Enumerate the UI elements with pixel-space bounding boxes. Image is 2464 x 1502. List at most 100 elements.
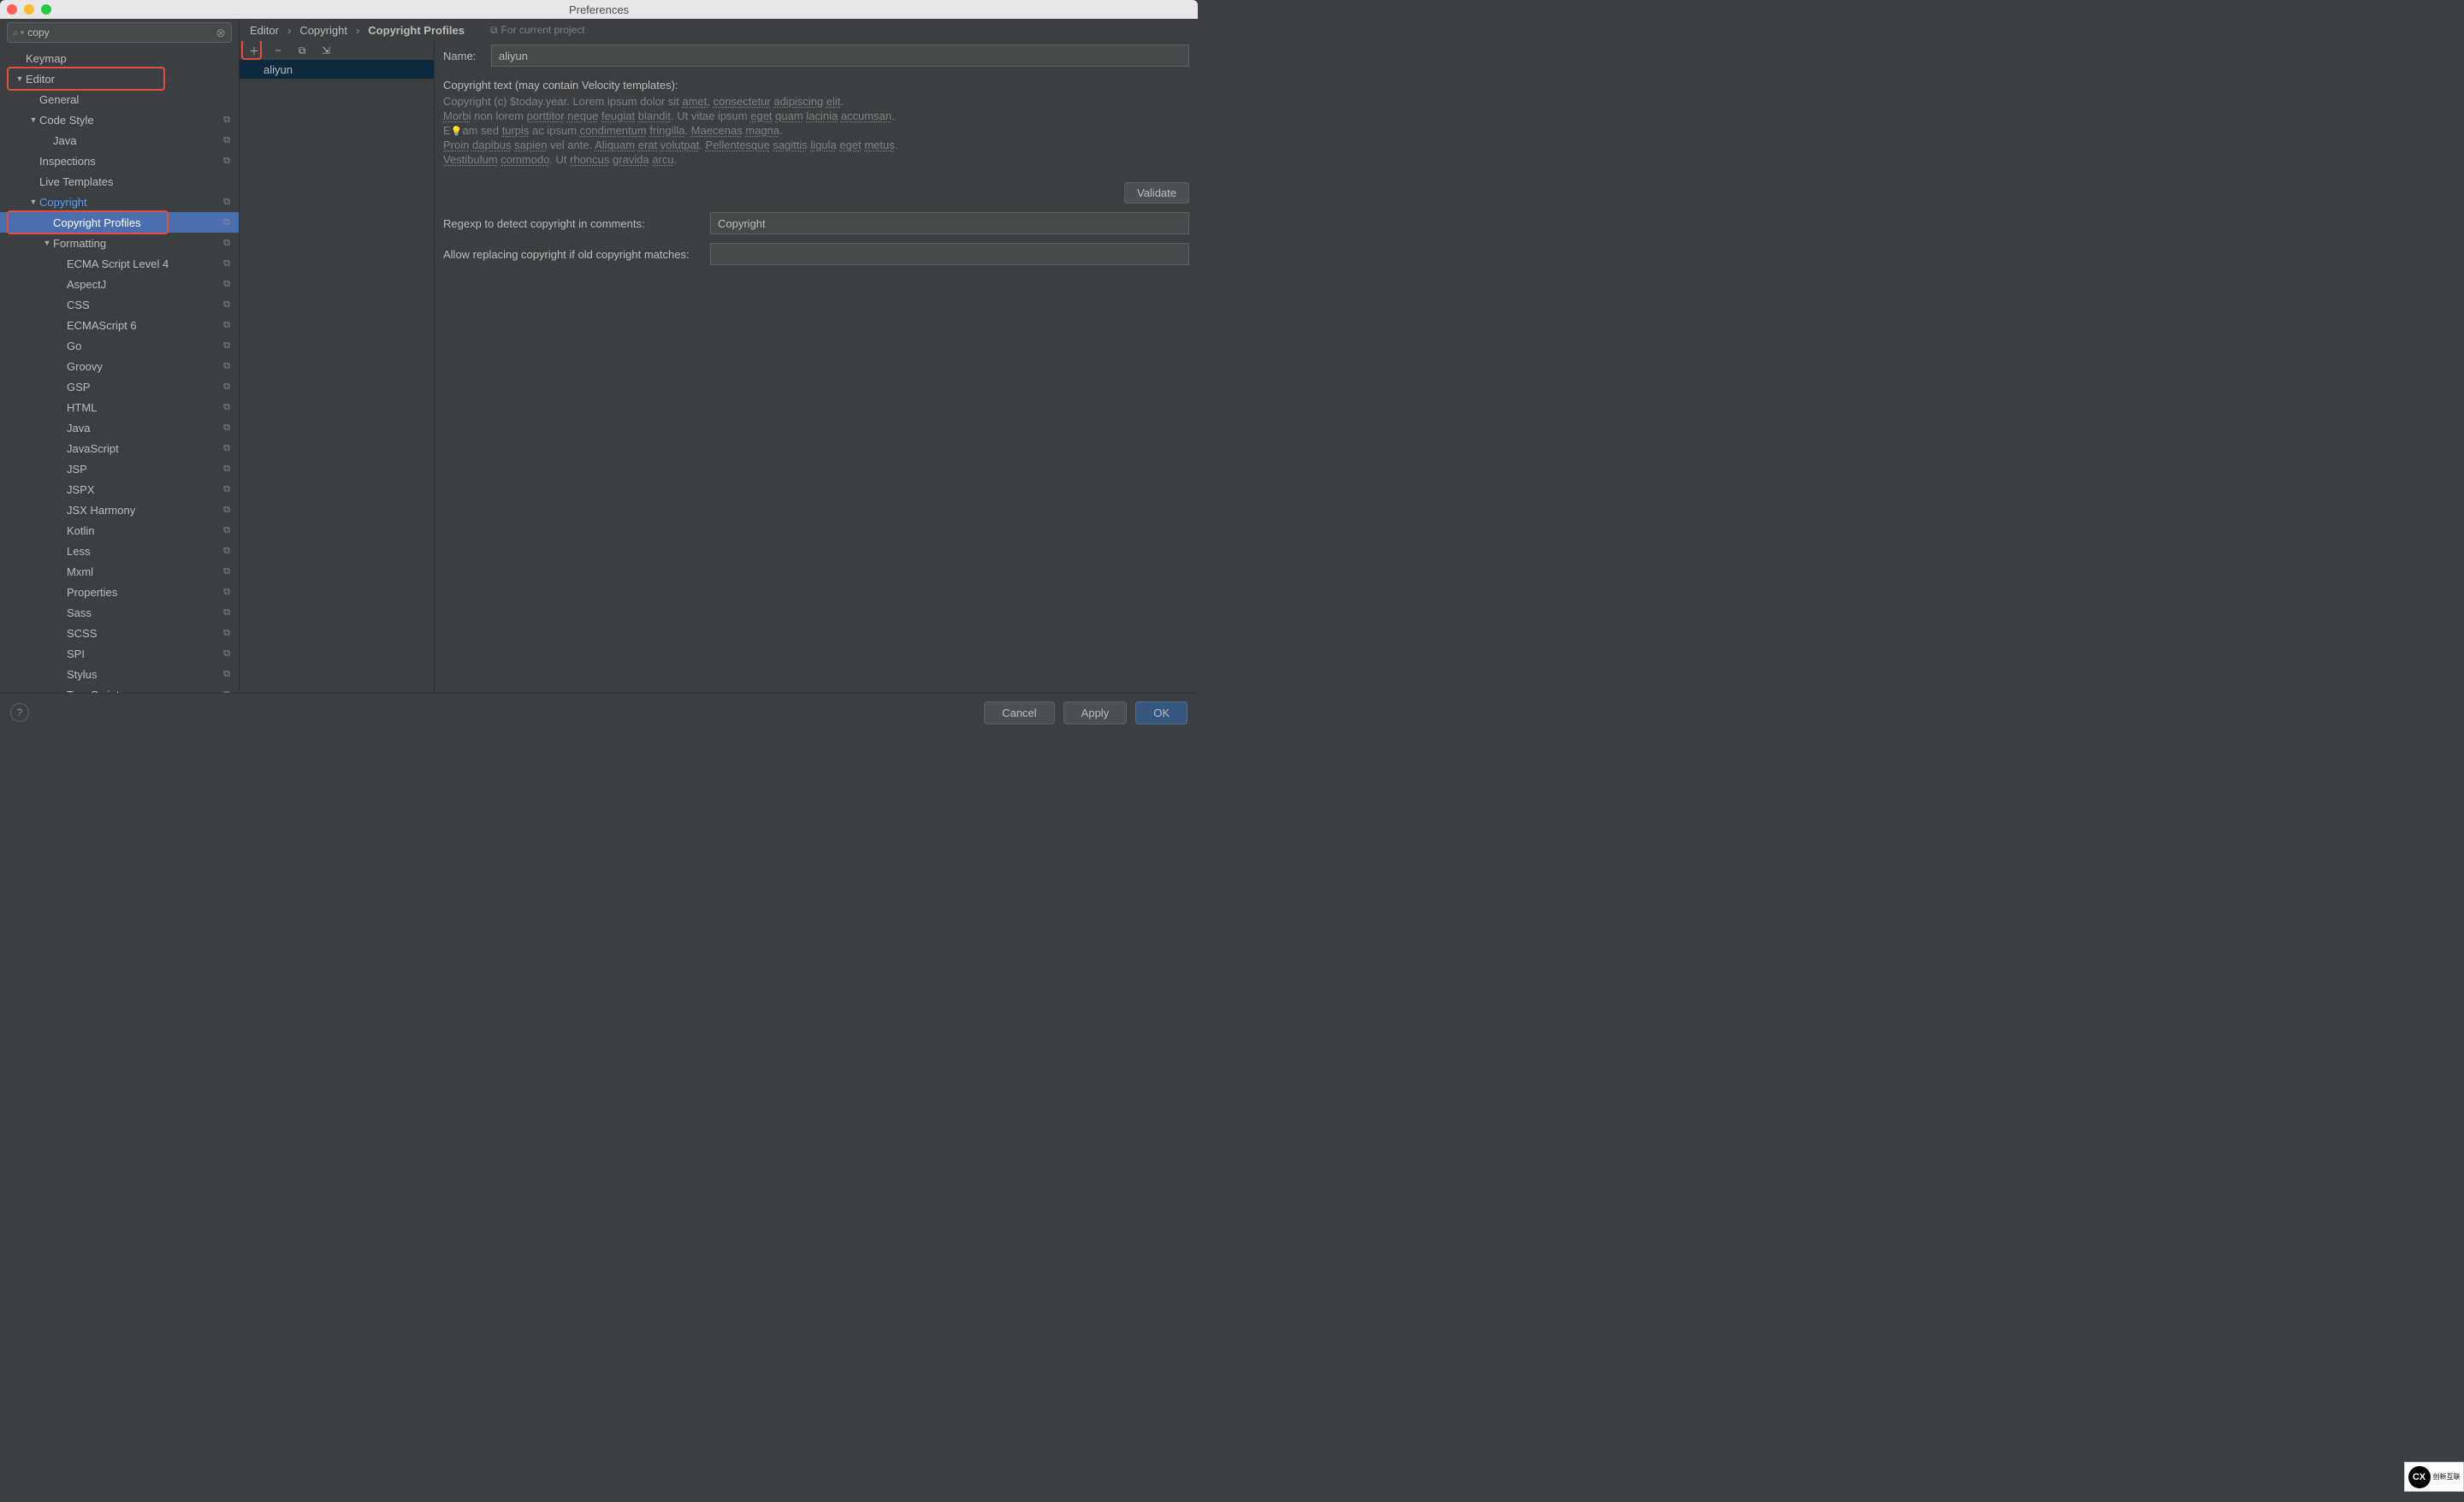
tree-item-jsx-harmony[interactable]: JSX Harmony⧉: [0, 500, 239, 520]
import-button[interactable]: ⇲: [318, 43, 334, 58]
project-scope: ⧉For current project: [490, 24, 585, 37]
project-scope-icon: ⧉: [223, 340, 230, 352]
project-scope-icon: ⧉: [223, 669, 230, 680]
project-scope-icon: ⧉: [223, 484, 230, 495]
tree-item-mxml[interactable]: Mxml⧉: [0, 561, 239, 582]
remove-button[interactable]: −: [270, 43, 286, 58]
project-icon: ⧉: [490, 24, 498, 37]
regex-label: Regexp to detect copyright in comments:: [443, 217, 710, 230]
tree-item-formatting[interactable]: ▼Formatting⧉: [0, 233, 239, 253]
project-scope-icon: ⧉: [223, 443, 230, 454]
settings-tree: Keymap▼EditorGeneral▼Code Style⧉Java⧉Ins…: [0, 46, 239, 693]
tree-item-java[interactable]: Java⧉: [0, 130, 239, 151]
name-label: Name:: [443, 50, 491, 62]
copyright-text-label: Copyright text (may contain Velocity tem…: [443, 79, 1189, 92]
project-scope-icon: ⧉: [223, 279, 230, 290]
tree-item-jspx[interactable]: JSPX⧉: [0, 479, 239, 500]
project-scope-icon: ⧉: [223, 135, 230, 146]
project-scope-icon: ⧉: [223, 525, 230, 536]
name-input[interactable]: [491, 44, 1189, 67]
profile-list[interactable]: aliyun: [240, 60, 434, 693]
expand-icon: ▼: [41, 239, 53, 247]
crumb-copyright[interactable]: Copyright: [299, 24, 347, 37]
project-scope-icon: ⧉: [223, 628, 230, 639]
project-scope-icon: ⧉: [223, 689, 230, 694]
tree-item-groovy[interactable]: Groovy⧉: [0, 356, 239, 376]
tree-item-ecmascript-6[interactable]: ECMAScript 6⧉: [0, 315, 239, 335]
tree-item-html[interactable]: HTML⧉: [0, 397, 239, 417]
expand-icon: ▼: [27, 115, 39, 124]
project-scope-icon: ⧉: [223, 402, 230, 413]
tree-item-code-style[interactable]: ▼Code Style⧉: [0, 109, 239, 130]
apply-button[interactable]: Apply: [1063, 701, 1128, 724]
clear-icon[interactable]: ⊗: [216, 26, 226, 40]
dialog-footer: ? Cancel Apply OK: [0, 693, 1198, 731]
tree-item-go[interactable]: Go⧉: [0, 335, 239, 356]
tree-item-jsp[interactable]: JSP⧉: [0, 458, 239, 479]
tree-item-keymap[interactable]: Keymap: [0, 48, 239, 68]
allow-input[interactable]: [710, 243, 1189, 265]
profile-list-panel: ＋ − ⧉ ⇲ aliyun: [240, 41, 435, 693]
cancel-button[interactable]: Cancel: [984, 701, 1054, 724]
tree-item-kotlin[interactable]: Kotlin⧉: [0, 520, 239, 541]
project-scope-icon: ⧉: [223, 258, 230, 269]
window-title: Preferences: [0, 3, 1198, 16]
search-dropdown-icon[interactable]: ▾: [21, 28, 25, 38]
profile-toolbar: ＋ − ⧉ ⇲: [240, 41, 434, 60]
tree-item-aspectj[interactable]: AspectJ⧉: [0, 274, 239, 294]
project-scope-icon: ⧉: [223, 464, 230, 475]
add-button[interactable]: ＋: [246, 43, 262, 58]
copy-button[interactable]: ⧉: [294, 43, 310, 58]
tree-item-copyright[interactable]: ▼Copyright⧉: [0, 192, 239, 212]
validate-button[interactable]: Validate: [1124, 182, 1189, 204]
regex-input[interactable]: [710, 212, 1189, 234]
profile-form: Name: Copyright text (may contain Veloci…: [435, 41, 1198, 693]
ok-button[interactable]: OK: [1135, 701, 1188, 724]
project-scope-icon: ⧉: [223, 566, 230, 577]
expand-icon: ▼: [14, 74, 26, 83]
crumb-editor[interactable]: Editor: [250, 24, 279, 37]
tree-item-inspections[interactable]: Inspections⧉: [0, 151, 239, 171]
project-scope-icon: ⧉: [223, 299, 230, 310]
profile-item-aliyun[interactable]: aliyun: [240, 60, 434, 79]
tree-item-editor[interactable]: ▼Editor: [0, 68, 239, 89]
preferences-window: Preferences ⌕ ▾ ⊗ Keymap▼EditorGeneral▼C…: [0, 0, 1198, 731]
sidebar: ⌕ ▾ ⊗ Keymap▼EditorGeneral▼Code Style⧉Ja…: [0, 19, 240, 693]
allow-label: Allow replacing copyright if old copyrig…: [443, 248, 710, 261]
project-scope-icon: ⧉: [223, 648, 230, 659]
help-button[interactable]: ?: [10, 703, 29, 722]
bulb-icon: 💡: [451, 127, 463, 137]
tree-item-copyright-profiles[interactable]: Copyright Profiles⧉: [0, 212, 239, 233]
tree-item-general[interactable]: General: [0, 89, 239, 109]
tree-item-properties[interactable]: Properties⧉: [0, 582, 239, 602]
copyright-text-area[interactable]: Copyright (c) $today.year. Lorem ipsum d…: [443, 95, 1189, 167]
project-scope-icon: ⧉: [223, 423, 230, 434]
project-scope-icon: ⧉: [223, 361, 230, 372]
search-input[interactable]: [27, 27, 216, 38]
main-panel: Editor › Copyright › Copyright Profiles …: [240, 19, 1198, 693]
tree-item-spi[interactable]: SPI⧉: [0, 643, 239, 664]
tree-item-less[interactable]: Less⧉: [0, 541, 239, 561]
search-box[interactable]: ⌕ ▾ ⊗: [7, 22, 232, 43]
project-scope-icon: ⧉: [223, 156, 230, 167]
tree-item-scss[interactable]: SCSS⧉: [0, 623, 239, 643]
project-scope-icon: ⧉: [223, 320, 230, 331]
tree-item-ecma-script-level-4[interactable]: ECMA Script Level 4⧉: [0, 253, 239, 274]
tree-item-sass[interactable]: Sass⧉: [0, 602, 239, 623]
search-icon: ⌕: [13, 27, 19, 39]
project-scope-icon: ⧉: [223, 115, 230, 126]
watermark-badge: CX 创新互联: [2404, 1462, 2464, 1492]
tree-item-live-templates[interactable]: Live Templates: [0, 171, 239, 192]
breadcrumb: Editor › Copyright › Copyright Profiles …: [240, 19, 1198, 41]
tree-item-css[interactable]: CSS⧉: [0, 294, 239, 315]
tree-item-javascript[interactable]: JavaScript⧉: [0, 438, 239, 458]
project-scope-icon: ⧉: [223, 217, 230, 228]
tree-item-typescript[interactable]: TypeScript⧉: [0, 684, 239, 693]
tree-item-java[interactable]: Java⧉: [0, 417, 239, 438]
expand-icon: ▼: [27, 198, 39, 206]
tree-item-gsp[interactable]: GSP⧉: [0, 376, 239, 397]
crumb-profiles: Copyright Profiles: [368, 24, 465, 37]
project-scope-icon: ⧉: [223, 607, 230, 618]
project-scope-icon: ⧉: [223, 238, 230, 249]
tree-item-stylus[interactable]: Stylus⧉: [0, 664, 239, 684]
